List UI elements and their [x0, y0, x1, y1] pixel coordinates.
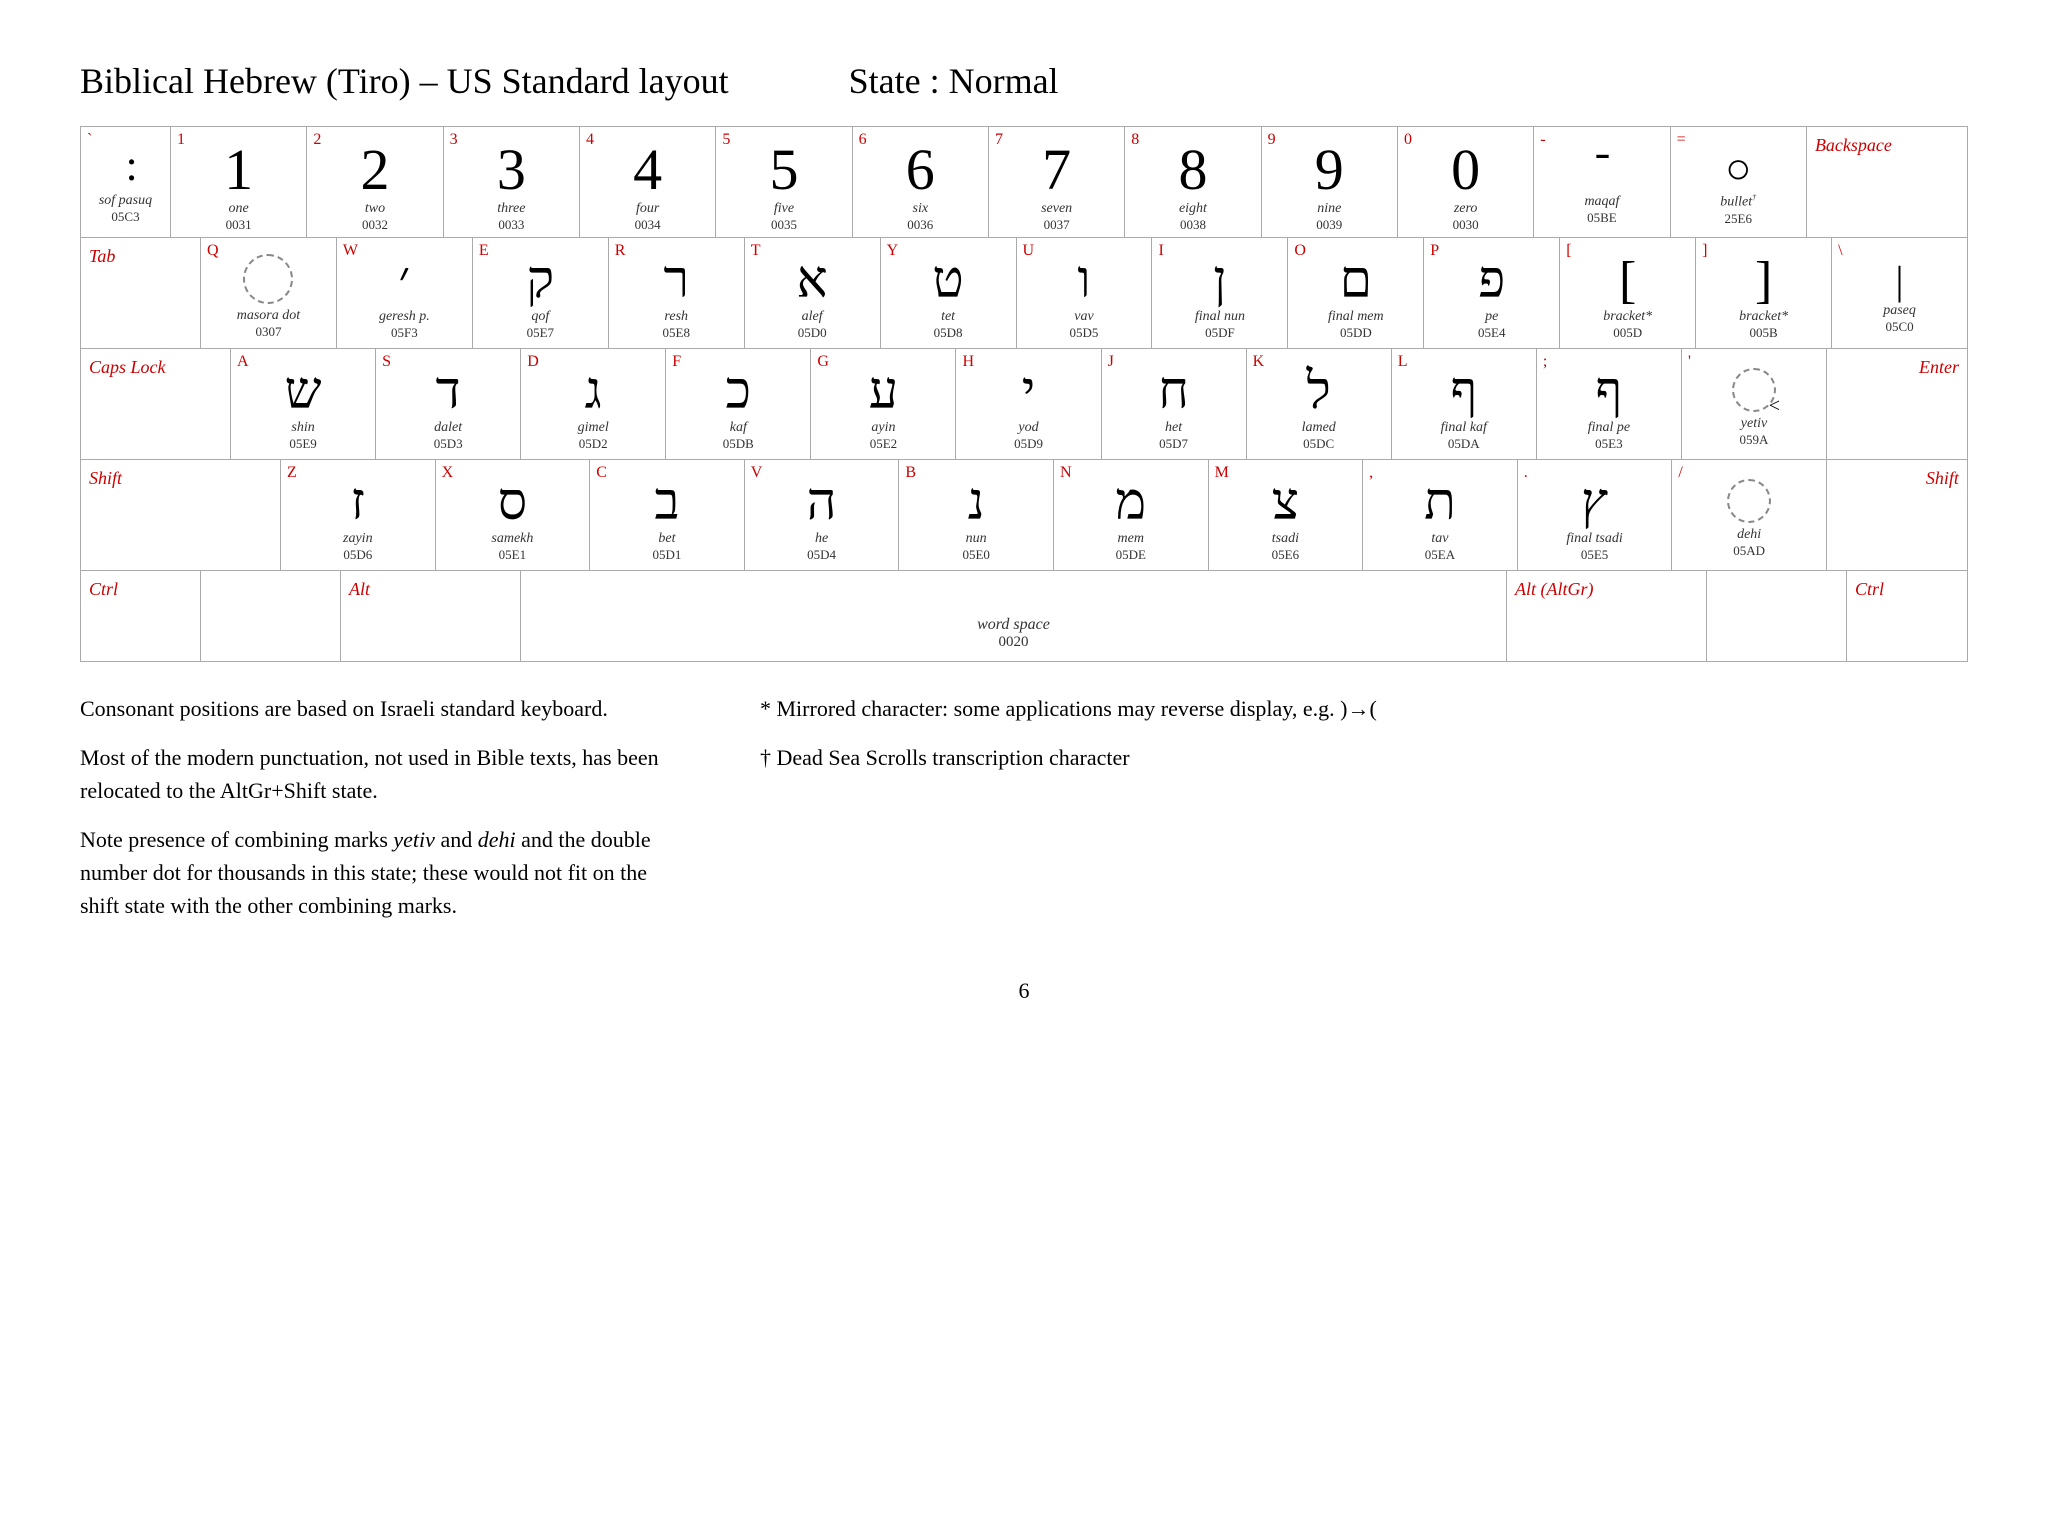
key-m[interactable]: M צ tsadi 05E6 [1209, 460, 1364, 570]
key-semicolon[interactable]: ; ף final pe 05E3 [1537, 349, 1682, 459]
num-row: ` ׃ sof pasuq 05C3 1 1 one 0031 2 2 two … [81, 127, 1967, 238]
key-i[interactable]: I ן final nun 05DF [1152, 238, 1288, 348]
key-empty-2 [1707, 571, 1847, 661]
key-shift-left[interactable]: Shift [81, 460, 281, 570]
footnote-mirrored: * Mirrored character: some applications … [760, 692, 1968, 725]
key-lbracket[interactable]: [ [ bracket* 005D [1560, 238, 1696, 348]
key-v[interactable]: V ה he 05D4 [745, 460, 900, 570]
footnote-dead-sea: † Dead Sea Scrolls transcription charact… [760, 741, 1968, 774]
key-b[interactable]: B נ nun 05E0 [899, 460, 1054, 570]
key-quote[interactable]: ' yetiv 059A [1682, 349, 1827, 459]
ctrl-row: Ctrl Alt word space 0020 Alt (AltGr) Ctr… [81, 571, 1967, 661]
key-alt-left[interactable]: Alt [341, 571, 521, 661]
key-k[interactable]: K ל lamed 05DC [1247, 349, 1392, 459]
key-n[interactable]: N מ mem 05DE [1054, 460, 1209, 570]
key-q[interactable]: Q masora dot 0307 [201, 238, 337, 348]
key-tab[interactable]: Tab [81, 238, 201, 348]
masora-dot-icon [243, 254, 293, 304]
page-title: Biblical Hebrew (Tiro) – US Standard lay… [80, 60, 729, 102]
key-minus[interactable]: - ־ maqaf 05BE [1534, 127, 1670, 237]
key-r[interactable]: R ר resh 05E8 [609, 238, 745, 348]
key-1[interactable]: 1 1 one 0031 [171, 127, 307, 237]
yetiv-icon [1732, 368, 1776, 412]
key-capslock[interactable]: Caps Lock [81, 349, 231, 459]
key-space[interactable]: word space 0020 [521, 571, 1507, 661]
footnote-right: * Mirrored character: some applications … [760, 692, 1968, 938]
tab-row: Tab Q masora dot 0307 W ׳ geresh p. 05F3… [81, 238, 1967, 349]
footnote-modern: Most of the modern punctuation, not used… [80, 741, 680, 807]
key-g[interactable]: G ע ayin 05E2 [811, 349, 956, 459]
key-backslash[interactable]: \ | paseq 05C0 [1832, 238, 1967, 348]
key-shift-right[interactable]: Shift [1827, 460, 1967, 570]
key-7[interactable]: 7 7 seven 0037 [989, 127, 1125, 237]
key-ctrl-left[interactable]: Ctrl [81, 571, 201, 661]
key-2[interactable]: 2 2 two 0032 [307, 127, 443, 237]
key-z[interactable]: Z ז zayin 05D6 [281, 460, 436, 570]
footnote-note: Note presence of combining marks yetiv a… [80, 823, 680, 922]
key-altgr[interactable]: Alt (AltGr) [1507, 571, 1707, 661]
key-6[interactable]: 6 6 six 0036 [853, 127, 989, 237]
keyboard: ` ׃ sof pasuq 05C3 1 1 one 0031 2 2 two … [80, 126, 1968, 662]
caps-row: Caps Lock A ש shin 05E9 S ד dalet 05D3 D… [81, 349, 1967, 460]
key-5[interactable]: 5 5 five 0035 [716, 127, 852, 237]
key-f[interactable]: F כ kaf 05DB [666, 349, 811, 459]
footnote-section: Consonant positions are based on Israeli… [80, 692, 1968, 938]
key-t[interactable]: T א alef 05D0 [745, 238, 881, 348]
key-slash[interactable]: / dehi 05AD [1672, 460, 1827, 570]
key-e[interactable]: E ק qof 05E7 [473, 238, 609, 348]
key-y[interactable]: Y ט tet 05D8 [881, 238, 1017, 348]
state-label: State : Normal [849, 60, 1059, 102]
key-w[interactable]: W ׳ geresh p. 05F3 [337, 238, 473, 348]
page-number: 6 [80, 978, 1968, 1004]
key-h[interactable]: H י yod 05D9 [956, 349, 1101, 459]
key-a[interactable]: A ש shin 05E9 [231, 349, 376, 459]
key-comma[interactable]: , ת tav 05EA [1363, 460, 1518, 570]
page-container: Biblical Hebrew (Tiro) – US Standard lay… [80, 60, 1968, 1004]
key-4[interactable]: 4 4 four 0034 [580, 127, 716, 237]
key-s[interactable]: S ד dalet 05D3 [376, 349, 521, 459]
key-enter[interactable]: Enter [1827, 349, 1967, 459]
key-0[interactable]: 0 0 zero 0030 [1398, 127, 1534, 237]
key-equals[interactable]: = ○ bullet† 25E6 [1671, 127, 1807, 237]
key-backspace[interactable]: Backspace [1807, 127, 1967, 237]
key-rbracket[interactable]: ] ] bracket* 005B [1696, 238, 1832, 348]
key-8[interactable]: 8 8 eight 0038 [1125, 127, 1261, 237]
footnote-consonant: Consonant positions are based on Israeli… [80, 692, 680, 725]
key-d[interactable]: D ג gimel 05D2 [521, 349, 666, 459]
footnote-left: Consonant positions are based on Israeli… [80, 692, 680, 938]
dehi-icon [1727, 479, 1771, 523]
key-9[interactable]: 9 9 nine 0039 [1262, 127, 1398, 237]
key-x[interactable]: X ס samekh 05E1 [436, 460, 591, 570]
key-empty-1 [201, 571, 341, 661]
key-ctrl-right[interactable]: Ctrl [1847, 571, 1967, 661]
key-l[interactable]: L ף final kaf 05DA [1392, 349, 1537, 459]
key-j[interactable]: J ח het 05D7 [1102, 349, 1247, 459]
key-p[interactable]: P פ pe 05E4 [1424, 238, 1560, 348]
key-backtick[interactable]: ` ׃ sof pasuq 05C3 [81, 127, 171, 237]
key-c[interactable]: C ב bet 05D1 [590, 460, 745, 570]
page-header: Biblical Hebrew (Tiro) – US Standard lay… [80, 60, 1968, 102]
key-o[interactable]: O ם final mem 05DD [1288, 238, 1424, 348]
key-u[interactable]: U ו vav 05D5 [1017, 238, 1153, 348]
shift-row: Shift Z ז zayin 05D6 X ס samekh 05E1 C ב… [81, 460, 1967, 571]
key-3[interactable]: 3 3 three 0033 [444, 127, 580, 237]
key-period[interactable]: . ץ final tsadi 05E5 [1518, 460, 1673, 570]
